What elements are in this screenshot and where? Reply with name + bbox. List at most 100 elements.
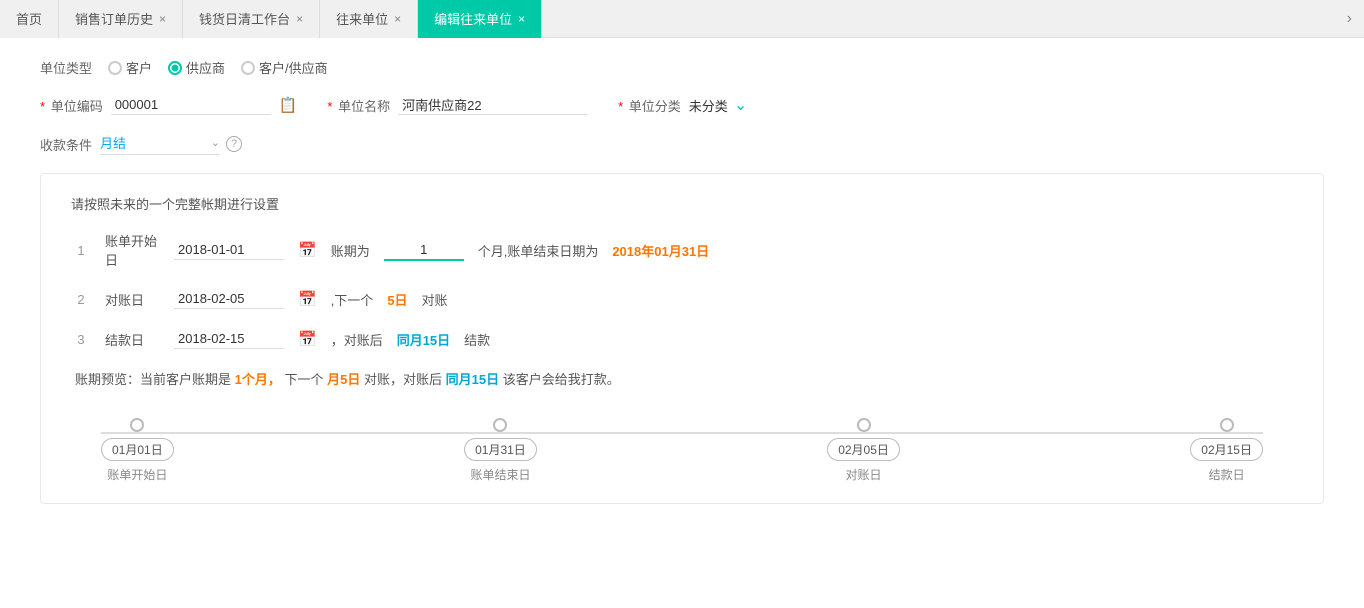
period-start-desc1: 账期为 xyxy=(331,241,370,260)
tab-bar: 首页 销售订单历史 × 钱货日清工作台 × 往来单位 × 编辑往来单位 × › xyxy=(0,0,1364,38)
tab-more-button[interactable]: › xyxy=(1335,10,1364,28)
timeline-dot-1 xyxy=(130,418,144,432)
timeline-badge-3: 02月05日 xyxy=(827,438,900,461)
period-label-1: 账单开始日 xyxy=(105,231,160,269)
period-start-calendar-icon[interactable]: 📅 xyxy=(298,241,317,259)
period-settings-box: 请按照未来的一个完整帐期进行设置 1 账单开始日 📅 账期为 个月,账单结束日期… xyxy=(40,173,1324,504)
unit-type-field: 单位类型 客户 供应商 客户/供应商 xyxy=(40,58,328,77)
period-row-3: 3 结款日 📅 ，对账后 同月15日 结款 xyxy=(71,329,1293,349)
tab-home-label: 首页 xyxy=(16,9,42,28)
period-reconcile-day-highlight: 5日 xyxy=(387,290,407,309)
unit-name-input[interactable] xyxy=(398,95,588,115)
timeline-dot-3 xyxy=(857,418,871,432)
radio-customer-circle xyxy=(108,61,122,75)
radio-supplier[interactable]: 供应商 xyxy=(168,58,225,77)
unit-classify-field: * 单位分类 未分类 ⌄ xyxy=(618,95,747,115)
preview-payment-day: 同月15日 xyxy=(446,372,499,387)
timeline-label-4: 结款日 xyxy=(1209,466,1245,483)
tab-edit-unit-close[interactable]: × xyxy=(518,12,525,26)
unit-type-row: 单位类型 客户 供应商 客户/供应商 xyxy=(40,58,1324,77)
radio-customer[interactable]: 客户 xyxy=(108,58,152,77)
unit-info-row: * 单位编码 📋 * 单位名称 * 单位分类 未分类 ⌄ xyxy=(40,95,1324,115)
period-start-date-input[interactable] xyxy=(174,240,284,260)
period-reconcile-prefix: ,下一个 xyxy=(331,290,374,309)
collect-cond-arrow-icon: ⌄ xyxy=(211,136,220,149)
unit-name-star: * xyxy=(327,99,332,114)
tab-home[interactable]: 首页 xyxy=(0,0,59,38)
period-payment-prefix: ，对账后 xyxy=(331,330,383,349)
tab-units[interactable]: 往来单位 × xyxy=(320,0,418,38)
tab-edit-unit-label: 编辑往来单位 xyxy=(434,9,512,28)
period-index-3: 3 xyxy=(71,332,91,347)
unit-name-label: * 单位名称 xyxy=(327,96,390,115)
period-start-desc2: 个月,账单结束日期为 xyxy=(478,241,599,260)
period-preview: 账期预览：当前客户账期是 1个月， 下一个 月5日 对账，对账后 同月15日 该… xyxy=(71,369,1293,388)
collect-cond-dropdown[interactable]: 月结 ⌄ xyxy=(100,133,220,155)
timeline-badge-4: 02月15日 xyxy=(1190,438,1263,461)
timeline-point-4: 02月15日 结款日 xyxy=(1190,418,1263,483)
period-reconcile-suffix: 对账 xyxy=(422,290,448,309)
radio-both[interactable]: 客户/供应商 xyxy=(241,58,328,77)
period-row-2: 2 对账日 📅 ,下一个 5日 对账 xyxy=(71,289,1293,309)
tab-daily-work-close[interactable]: × xyxy=(296,12,303,26)
timeline-badge-2: 01月31日 xyxy=(464,438,537,461)
preview-months: 1个月， xyxy=(235,372,281,387)
preview-reconcile-day: 月5日 xyxy=(327,372,360,387)
timeline-point-1: 01月01日 账单开始日 xyxy=(101,418,174,483)
preview-suffix: 该客户会给我打款。 xyxy=(503,372,620,387)
radio-supplier-label: 供应商 xyxy=(186,58,225,77)
unit-classify-dropdown[interactable]: 未分类 ⌄ xyxy=(689,95,747,115)
tab-units-label: 往来单位 xyxy=(336,9,388,28)
timeline-dot-2 xyxy=(493,418,507,432)
classify-arrow-icon: ⌄ xyxy=(734,95,747,115)
timeline-label-2: 账单结束日 xyxy=(470,466,530,483)
timeline-point-2: 01月31日 账单结束日 xyxy=(464,418,537,483)
preview-label: 账期预览：当前客户账期是 xyxy=(75,372,231,387)
period-label-3: 结款日 xyxy=(105,330,160,349)
collect-condition-row: 收款条件 月结 ⌄ ? xyxy=(40,133,1324,155)
period-end-date-highlight: 2018年01月31日 xyxy=(612,241,709,260)
period-payment-suffix: 结款 xyxy=(464,330,490,349)
tab-sales-history-close[interactable]: × xyxy=(159,12,166,26)
period-index-1: 1 xyxy=(71,243,91,258)
period-num-input[interactable] xyxy=(384,240,464,261)
unit-code-input[interactable] xyxy=(111,95,271,115)
unit-classify-label: * 单位分类 xyxy=(618,96,681,115)
unit-classify-value: 未分类 xyxy=(689,96,728,115)
radio-both-label: 客户/供应商 xyxy=(259,58,328,77)
unit-code-copy-icon[interactable]: 📋 xyxy=(279,96,298,114)
period-label-2: 对账日 xyxy=(105,290,160,309)
tab-sales-history[interactable]: 销售订单历史 × xyxy=(59,0,183,38)
help-icon[interactable]: ? xyxy=(226,136,242,152)
collect-cond-value: 月结 xyxy=(100,133,207,152)
radio-both-circle xyxy=(241,61,255,75)
period-index-2: 2 xyxy=(71,292,91,307)
period-row-1: 1 账单开始日 📅 账期为 个月,账单结束日期为 2018年01月31日 xyxy=(71,231,1293,269)
radio-customer-label: 客户 xyxy=(126,58,152,77)
timeline-dot-4 xyxy=(1220,418,1234,432)
period-payment-calendar-icon[interactable]: 📅 xyxy=(298,330,317,348)
unit-code-field: * 单位编码 📋 xyxy=(40,95,297,115)
radio-supplier-circle xyxy=(168,61,182,75)
unit-code-label: * 单位编码 xyxy=(40,96,103,115)
tab-units-close[interactable]: × xyxy=(394,12,401,26)
collect-cond-label: 收款条件 xyxy=(40,135,92,154)
timeline-label-1: 账单开始日 xyxy=(107,466,167,483)
tab-edit-unit[interactable]: 编辑往来单位 × xyxy=(418,0,542,38)
tab-daily-work[interactable]: 钱货日清工作台 × xyxy=(183,0,320,38)
preview-reconcile-text: 对账，对账后 xyxy=(364,372,442,387)
unit-type-label: 单位类型 xyxy=(40,58,92,77)
timeline-badge-1: 01月01日 xyxy=(101,438,174,461)
period-reconcile-calendar-icon[interactable]: 📅 xyxy=(298,290,317,308)
unit-name-field: * 单位名称 xyxy=(327,95,588,115)
unit-classify-star: * xyxy=(618,99,623,114)
main-content: 单位类型 客户 供应商 客户/供应商 * 单位编码 xyxy=(0,38,1364,608)
unit-code-star: * xyxy=(40,99,45,114)
period-payment-day-highlight: 同月15日 xyxy=(397,330,450,349)
timeline-points: 01月01日 账单开始日 01月31日 账单结束日 02月05日 对账日 02月… xyxy=(101,418,1263,483)
tab-sales-history-label: 销售订单历史 xyxy=(75,9,153,28)
timeline-label-3: 对账日 xyxy=(846,466,882,483)
preview-next-prefix: 下一个 xyxy=(285,372,324,387)
period-payment-date-input[interactable] xyxy=(174,329,284,349)
period-reconcile-date-input[interactable] xyxy=(174,289,284,309)
